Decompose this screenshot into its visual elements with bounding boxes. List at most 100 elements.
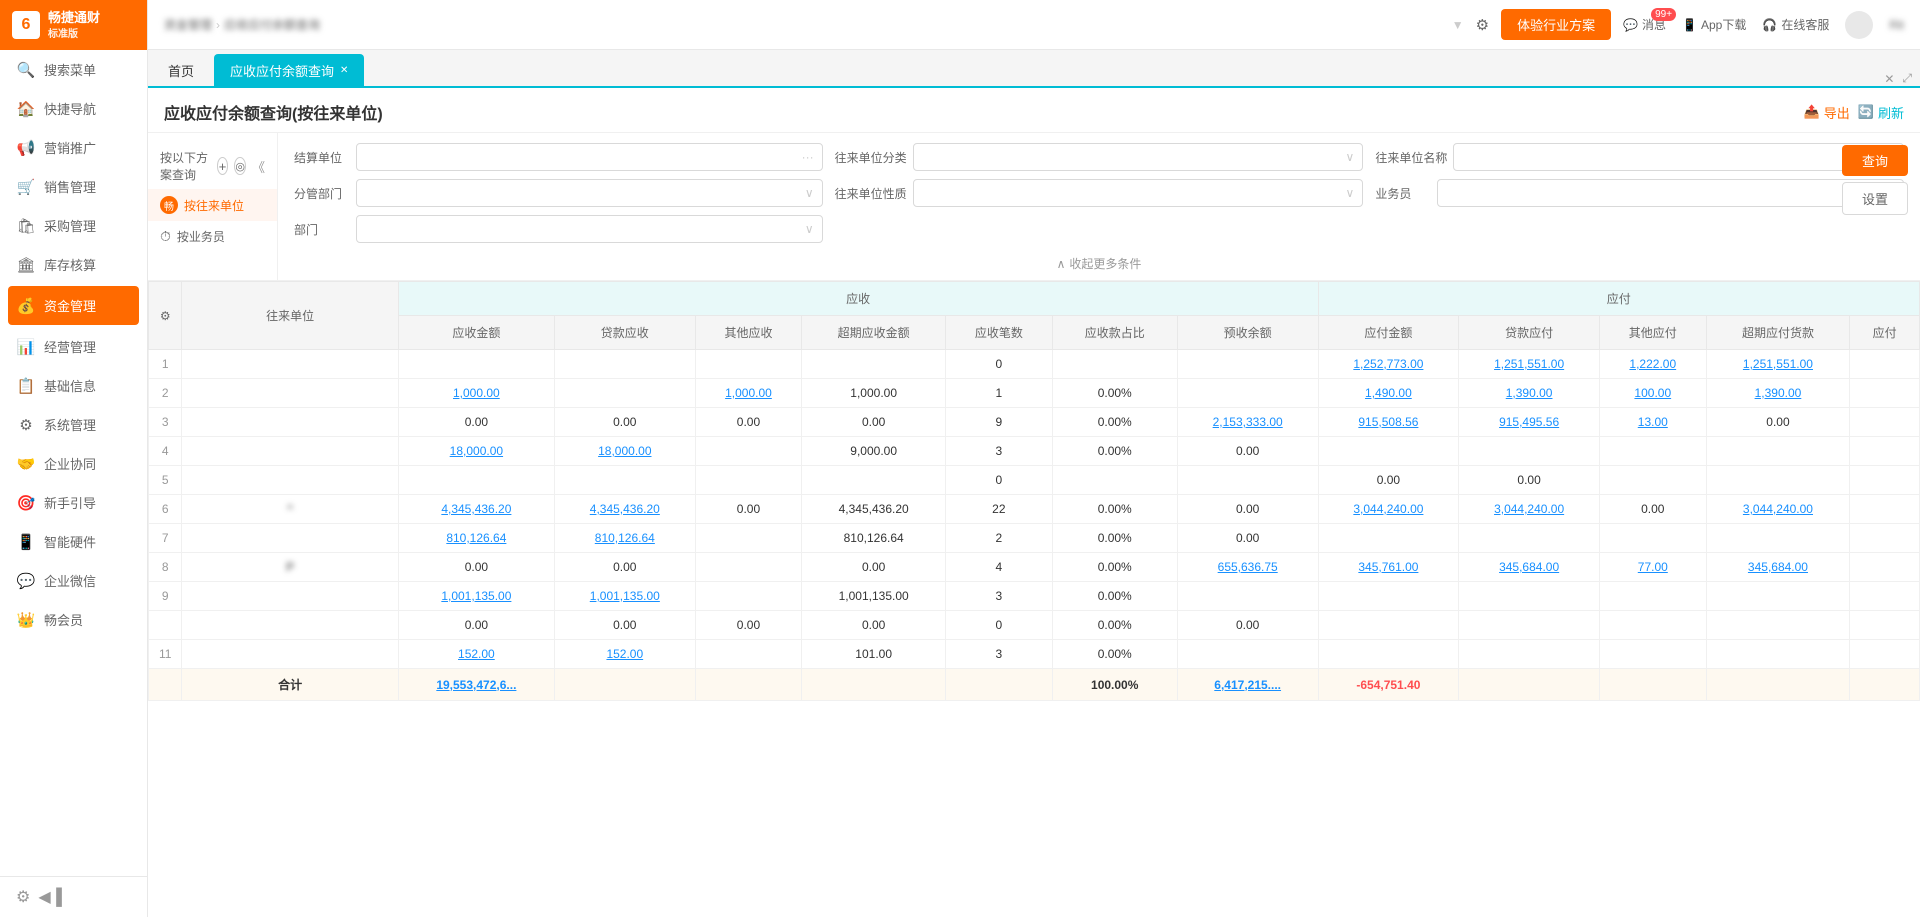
sidebar-item-label: 营销推广 [44, 138, 96, 157]
main-content: 应收应付余额查询(按往来单位) 📤 导出 🔄 刷新 按以下方案查询 + ◎ 《 … [148, 88, 1920, 917]
hardware-icon: 📱 [16, 533, 36, 551]
footer-p-loan [1459, 669, 1600, 701]
th-r-amount: 应收金额 [398, 316, 554, 350]
setting-btn[interactable]: 设置 [1842, 182, 1908, 215]
th-settings[interactable]: ⚙ [149, 282, 182, 350]
footer-r-amount[interactable]: 19,553,472,6... [398, 669, 554, 701]
sidebar-item-guide[interactable]: 🎯 新手引导 [0, 483, 147, 522]
sidebar-item-inventory[interactable]: 🏛 库存核算 [0, 245, 147, 284]
field-input[interactable]: ··· [356, 143, 823, 171]
export-btn[interactable]: 📤 导出 [1804, 103, 1850, 122]
sidebar-item-label: 资金管理 [44, 296, 96, 315]
field-input2[interactable] [1453, 143, 1904, 171]
field-select[interactable]: ∨ [913, 143, 1364, 171]
scheme-item-salesperson[interactable]: ⏱ 按业务员 [148, 221, 277, 252]
sidebar-item-label: 智能硬件 [44, 532, 96, 551]
table-row: 21,000.001,000.001,000.0010.00%1,490.001… [149, 379, 1920, 408]
user-avatar[interactable] [1845, 11, 1873, 39]
sidebar-item-operations[interactable]: 📊 经营管理 [0, 327, 147, 366]
field-select2[interactable]: ∨ [356, 179, 823, 207]
add-scheme-btn[interactable]: + [217, 157, 229, 175]
sidebar-item-sales[interactable]: 🛒 销售管理 [0, 167, 147, 206]
message-badge: 99+ [1651, 8, 1676, 21]
message-icon: 💬 [1623, 18, 1638, 32]
sidebar-item-hardware[interactable]: 📱 智能硬件 [0, 522, 147, 561]
industry-btn[interactable]: 体验行业方案 [1501, 9, 1611, 40]
sidebar-item-enterprise[interactable]: 🤝 企业协同 [0, 444, 147, 483]
sidebar-item-marketing[interactable]: 📢 营销推广 [0, 128, 147, 167]
field-input3[interactable]: ··· [1437, 179, 1904, 207]
dropdown-chevron[interactable]: ▼ [1452, 18, 1464, 32]
sidebar-item-finance[interactable]: 💰 资金管理 [8, 286, 139, 325]
field-label: 业务员 [1375, 185, 1431, 202]
sidebar-item-label: 新手引导 [44, 493, 96, 512]
sidebar-item-label: 企业微信 [44, 571, 96, 590]
action-buttons: 查询 设置 [1842, 145, 1908, 215]
breadcrumb-chevron: › [216, 18, 220, 32]
tab-arap[interactable]: 应收应付余额查询 ✕ [214, 54, 364, 86]
sidebar-bottom: ⚙ ◀▐ [0, 876, 147, 917]
sidebar-item-system[interactable]: ⚙ 系统管理 [0, 405, 147, 444]
collapse-btn[interactable]: ∧ 收起更多条件 [1057, 255, 1142, 272]
scheme-item-icon2: ⏱ [160, 228, 171, 245]
sidebar-item-label: 快捷导航 [44, 99, 96, 118]
data-table-container: ⚙ 往来单位 应收 应付 应收金额 贷款应收 其他应收 超期应收金额 应收笔数 … [148, 281, 1920, 701]
system-icon: ⚙ [16, 416, 36, 434]
sidebar-item-member[interactable]: 👑 畅会员 [0, 600, 147, 639]
collapse-icon: ∧ [1057, 257, 1066, 271]
sidebar-item-search[interactable]: 🔍 搜索菜单 [0, 50, 147, 89]
th-receivable: 应收 [398, 282, 1318, 316]
field-label: 结算单位 [294, 149, 350, 166]
tab-home-label: 首页 [168, 61, 194, 80]
sidebar: 6 畅捷通财 标准版 🔍 搜索菜单 🏠 快捷导航 📢 营销推广 🛒 销售管理 🛍… [0, 0, 148, 917]
scheme-settings-btn[interactable]: ◎ [234, 157, 246, 175]
filter-field-partner-nature: 往来单位性质 ∨ [835, 179, 1364, 207]
sales-icon: 🛒 [16, 178, 36, 196]
collapse-icon[interactable]: ◀▐ [38, 887, 62, 907]
sidebar-item-label: 畅会员 [44, 610, 83, 629]
footer-p-col5 [1850, 669, 1920, 701]
scheme-collapse-btn[interactable]: 《 [252, 157, 265, 176]
th-p-col5: 应付 [1850, 316, 1920, 350]
home-icon: 🏠 [16, 100, 36, 118]
field-select4[interactable]: ∨ [356, 215, 823, 243]
filter-field-salesperson: 业务员 ··· [1375, 179, 1904, 207]
data-table: ⚙ 往来单位 应收 应付 应收金额 贷款应收 其他应收 超期应收金额 应收笔数 … [148, 281, 1920, 701]
field-label: 分管部门 [294, 185, 350, 202]
query-btn[interactable]: 查询 [1842, 145, 1908, 176]
footer-r-prepay[interactable]: 6,417,215.... [1177, 669, 1318, 701]
scheme-item-partner[interactable]: 畅 按往来单位 [148, 189, 277, 221]
field-label: 往来单位性质 [835, 185, 907, 202]
refresh-btn[interactable]: 🔄 刷新 [1858, 103, 1904, 122]
tab-fullscreen[interactable]: ⤢ [1902, 71, 1912, 86]
scheme-item-label: 按往来单位 [184, 197, 244, 214]
app-download-btn[interactable]: 📱 App下载 [1682, 16, 1746, 33]
table-row: 101,252,773.001,251,551.001,222.001,251,… [149, 350, 1920, 379]
collapse-row: ∧ 收起更多条件 [294, 251, 1904, 280]
tab-bar: 首页 应收应付余额查询 ✕ ✕ ⤢ [148, 50, 1920, 88]
message-btn[interactable]: 💬 消息 99+ [1623, 16, 1666, 33]
footer-r-other [695, 669, 802, 701]
tab-close-icon[interactable]: ✕ [340, 65, 348, 76]
sidebar-item-purchase[interactable]: 🛍 采购管理 [0, 206, 147, 245]
filter-label: 按以下方案查询 [160, 149, 211, 183]
filter-scheme-panel: 按以下方案查询 + ◎ 《 畅 按往来单位 ⏱ 按业务员 [148, 133, 278, 280]
sidebar-item-wechat[interactable]: 💬 企业微信 [0, 561, 147, 600]
footer-p-overdue [1706, 669, 1850, 701]
tab-close-all[interactable]: ✕ [1884, 72, 1894, 86]
sidebar-item-basics[interactable]: 📋 基础信息 [0, 366, 147, 405]
scheme-item-icon: 畅 [160, 196, 178, 214]
tab-home[interactable]: 首页 [152, 54, 210, 86]
app-name: 畅捷通财 [48, 10, 100, 26]
gear-icon[interactable]: ⚙ [1476, 16, 1489, 34]
chevron-down-icon4: ∨ [805, 222, 814, 236]
online-service-btn[interactable]: 🎧 在线客服 [1762, 16, 1829, 33]
username[interactable]: Rit [1889, 18, 1904, 32]
filter-field-partner-name: 往来单位名称 [1375, 143, 1904, 171]
field-select3[interactable]: ∨ [913, 179, 1364, 207]
app-label: App下载 [1701, 16, 1746, 33]
settings-bottom-icon[interactable]: ⚙ [16, 887, 30, 907]
filter-field-settlement: 结算单位 ··· [294, 143, 823, 171]
filter-field-partner-type: 往来单位分类 ∨ [835, 143, 1364, 171]
sidebar-item-quicknav[interactable]: 🏠 快捷导航 [0, 89, 147, 128]
